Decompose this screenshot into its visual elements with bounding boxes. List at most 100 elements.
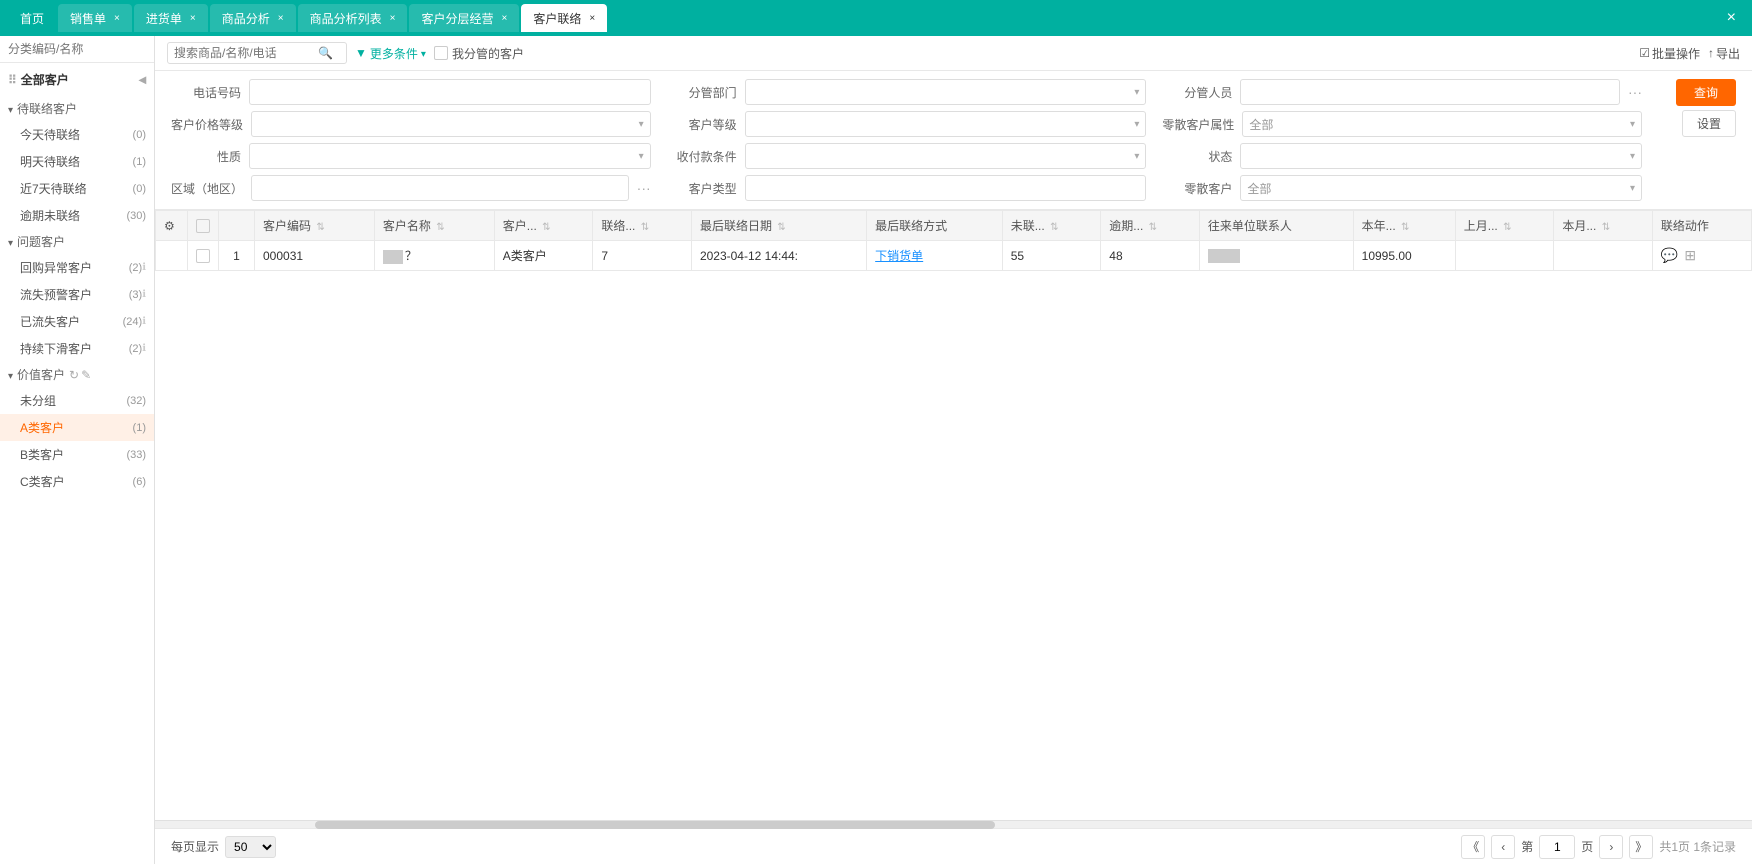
region-label: 区域（地区） — [171, 180, 243, 197]
price-level-select[interactable] — [251, 111, 651, 137]
dept-select-arrow — [1134, 87, 1139, 98]
th-contact-count[interactable]: 联络... ⇅ — [593, 211, 692, 241]
th-this-month[interactable]: 本月... ⇅ — [1554, 211, 1653, 241]
prev-page-btn[interactable]: ‹ — [1491, 835, 1515, 859]
batch-operation-btn[interactable]: ☑ 批量操作 — [1639, 45, 1700, 62]
tab-product-analysis-label: 商品分析 — [222, 10, 270, 27]
last-page-btn[interactable]: 》 — [1629, 835, 1653, 859]
batch-icon: ☑ — [1639, 46, 1650, 60]
tab-product-analysis-list-label: 商品分析列表 — [310, 10, 382, 27]
sort-icon-date: ⇅ — [777, 222, 785, 233]
th-customer-name[interactable]: 客户名称 ⇅ — [374, 211, 494, 241]
sidebar-item-unclassified[interactable]: 未分组 (32) — [0, 387, 154, 414]
content-area: 🔍 ▼ 更多条件 我分管的客户 ☑ 批量操作 ↑ 导出 — [155, 36, 1752, 864]
th-check — [188, 211, 219, 241]
row-checkbox[interactable] — [196, 249, 210, 263]
th-num — [219, 211, 255, 241]
payment-select[interactable] — [745, 143, 1147, 169]
region-dots[interactable]: ··· — [637, 180, 651, 196]
refresh-icon[interactable]: ↻ — [69, 368, 79, 382]
sidebar-item-churned[interactable]: 已流失客户 (24) ℹ — [0, 308, 154, 335]
tab-product-analysis-close[interactable]: × — [278, 13, 284, 24]
page-number-input[interactable] — [1539, 835, 1575, 859]
my-customers-check[interactable] — [434, 46, 448, 60]
tab-customer-contact[interactable]: 客户联络 × — [521, 4, 607, 32]
first-page-btn[interactable]: 《 — [1461, 835, 1485, 859]
th-this-year[interactable]: 本年... ⇅ — [1353, 211, 1455, 241]
sidebar-item-churn-warning[interactable]: 流失预警客户 (3) ℹ — [0, 281, 154, 308]
th-no-contact[interactable]: 未联... ⇅ — [1002, 211, 1101, 241]
sidebar-section-value[interactable]: 价值客户 ↻ ✎ — [0, 362, 154, 387]
sidebar-item-type-c[interactable]: C类客户 (6) — [0, 468, 154, 495]
filter-cell-price-level: 客户价格等级 — [171, 111, 667, 137]
tab-sales-close[interactable]: × — [114, 13, 120, 24]
scatter-attr-select[interactable]: 全部 — [1242, 111, 1642, 137]
tab-purchase-close[interactable]: × — [190, 13, 196, 24]
edit-icon[interactable]: ✎ — [81, 368, 91, 382]
customer-type-select[interactable] — [745, 175, 1147, 201]
th-customer-code[interactable]: 客户编码 ⇅ — [255, 211, 375, 241]
filter-row-4: 区域（地区） ··· 客户类型 — [171, 175, 1658, 201]
sort-icon-overdue: ⇅ — [1149, 222, 1157, 233]
close-all-tabs[interactable]: × — [1719, 9, 1744, 27]
scatter-attr-arrow — [1630, 119, 1635, 130]
dept-select[interactable] — [745, 79, 1147, 105]
th-overdue[interactable]: 逾期... ⇅ — [1101, 211, 1200, 241]
th-unit-contact: 往来单位联系人 — [1199, 211, 1353, 241]
sidebar-all-customers[interactable]: ⠿ 全部客户 ◂ — [0, 63, 154, 96]
header-checkbox[interactable] — [196, 219, 210, 233]
tab-customer-contact-close[interactable]: × — [589, 13, 595, 24]
customer-level-select[interactable] — [745, 111, 1147, 137]
tab-sales-order[interactable]: 销售单 × — [58, 4, 132, 32]
filter-search-icon[interactable]: 🔍 — [318, 46, 333, 60]
action-chat-icon[interactable]: 💬 — [1661, 247, 1678, 264]
tab-home[interactable]: 首页 — [8, 4, 56, 32]
settings-button[interactable]: 设置 — [1682, 110, 1736, 137]
sidebar-item-type-b[interactable]: B类客户 (33) — [0, 441, 154, 468]
manager-dots[interactable]: ··· — [1628, 84, 1642, 100]
sidebar-item-today[interactable]: 今天待联络 (0) — [0, 121, 154, 148]
tab-customer-segment-close[interactable]: × — [501, 13, 507, 24]
manager-input[interactable] — [1240, 79, 1620, 105]
page-size-select[interactable]: 50 20 100 — [225, 836, 276, 858]
nature-select[interactable] — [249, 143, 651, 169]
sidebar: 🔍 ⠿ 全部客户 ◂ 待联络客户 今天待联络 (0) 明天待联络 (1) 近7天… — [0, 36, 155, 864]
sidebar-item-repurchase-anomaly[interactable]: 回购异常客户 (2) ℹ — [0, 254, 154, 281]
sidebar-item-overdue[interactable]: 逾期未联络 (30) — [0, 202, 154, 229]
sidebar-item-declining[interactable]: 持续下滑客户 (2) ℹ — [0, 335, 154, 362]
sidebar-item-type-a[interactable]: A类客户 (1) — [0, 414, 154, 441]
sidebar-search-input[interactable] — [8, 42, 155, 56]
tab-product-analysis[interactable]: 商品分析 × — [210, 4, 296, 32]
sidebar-section-pending[interactable]: 待联络客户 — [0, 96, 154, 121]
th-last-month[interactable]: 上月... ⇅ — [1455, 211, 1554, 241]
price-level-arrow — [639, 119, 644, 130]
scatter-select[interactable]: 全部 — [1240, 175, 1642, 201]
info-icon-3: ℹ — [142, 316, 146, 327]
region-select[interactable] — [251, 175, 629, 201]
tab-customer-segment[interactable]: 客户分层经营 × — [409, 4, 519, 32]
tab-product-analysis-list[interactable]: 商品分析列表 × — [298, 4, 408, 32]
sidebar-section-problem[interactable]: 问题客户 — [0, 229, 154, 254]
sort-icon-code: ⇅ — [316, 222, 324, 233]
sidebar-item-tomorrow[interactable]: 明天待联络 (1) — [0, 148, 154, 175]
tab-product-analysis-list-close[interactable]: × — [390, 13, 396, 24]
phone-input[interactable] — [249, 79, 651, 105]
tab-purchase-order[interactable]: 进货单 × — [134, 4, 208, 32]
th-last-contact-date[interactable]: 最后联络日期 ⇅ — [691, 211, 866, 241]
filter-search-input[interactable] — [174, 46, 314, 60]
query-button[interactable]: 查询 — [1676, 79, 1736, 106]
export-btn[interactable]: ↑ 导出 — [1708, 45, 1740, 62]
next-page-btn[interactable]: › — [1599, 835, 1623, 859]
status-select[interactable] — [1240, 143, 1642, 169]
more-conditions-btn[interactable]: ▼ 更多条件 — [355, 45, 426, 62]
cell-name: ？ — [374, 241, 494, 271]
collapse-sidebar-icon[interactable]: ◂ — [139, 71, 146, 88]
action-grid-icon[interactable]: ⊞ — [1684, 247, 1696, 264]
horizontal-scrollbar[interactable] — [155, 820, 1752, 828]
th-gear[interactable]: ⚙ — [156, 211, 188, 241]
status-arrow — [1630, 151, 1635, 162]
contact-method-link[interactable]: 下销货单 — [875, 249, 923, 263]
sidebar-item-7days[interactable]: 近7天待联络 (0) — [0, 175, 154, 202]
tab-home-label: 首页 — [20, 10, 44, 27]
th-customer-type[interactable]: 客户... ⇅ — [494, 211, 593, 241]
